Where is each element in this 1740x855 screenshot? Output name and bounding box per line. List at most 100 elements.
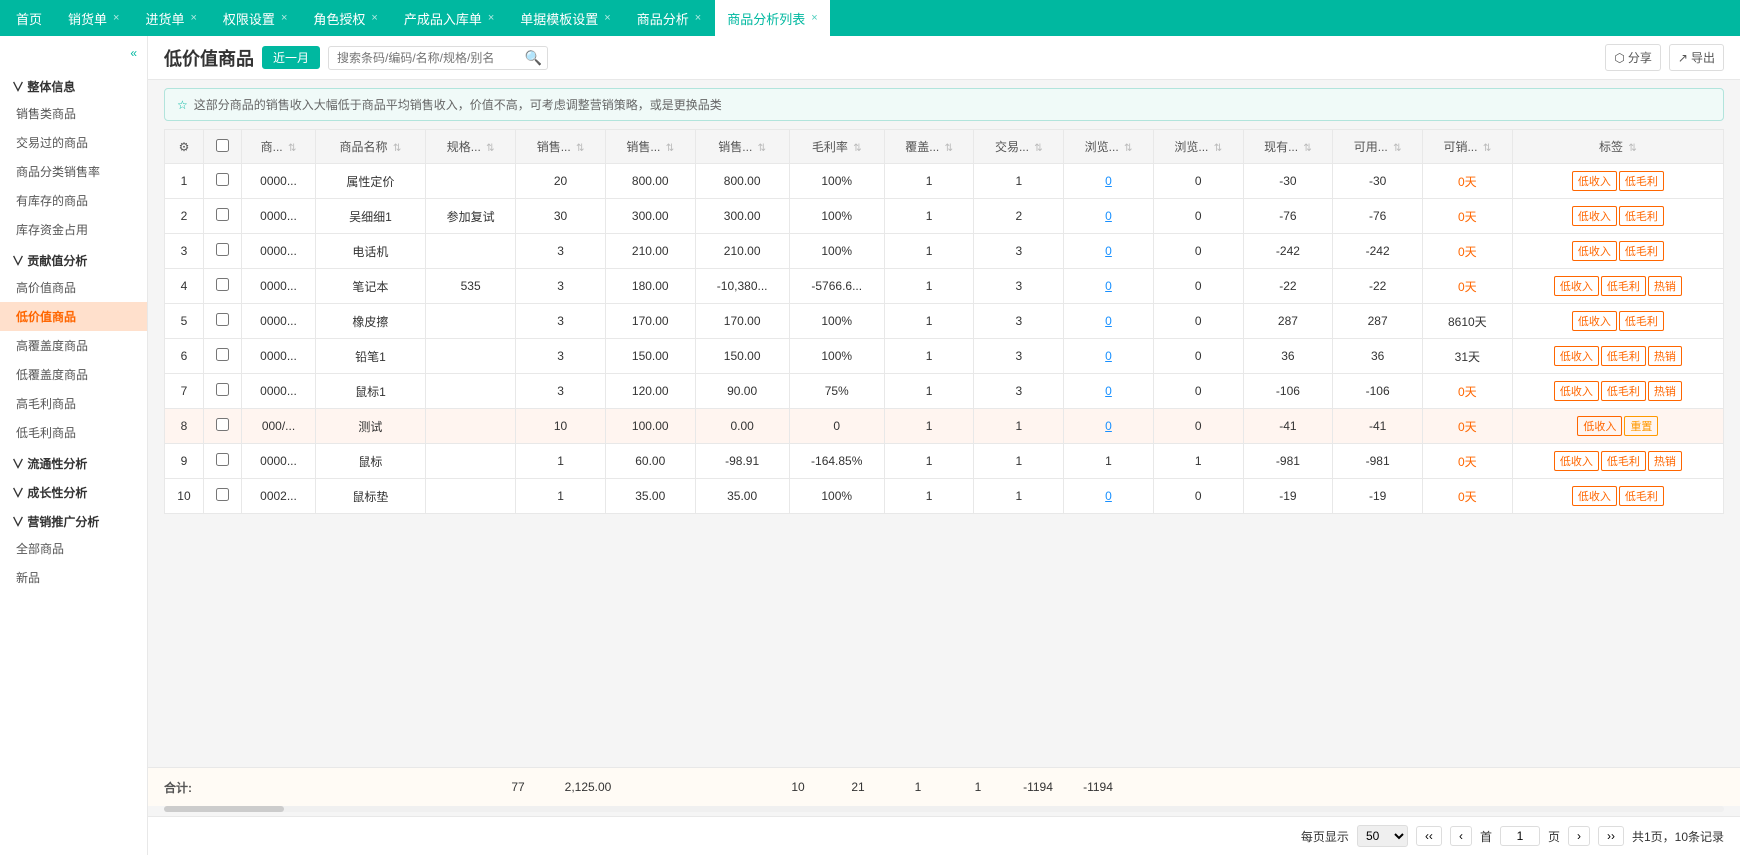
cell-checkbox[interactable] — [203, 199, 241, 234]
cell-browse1[interactable]: 0 — [1064, 374, 1154, 409]
select-all-checkbox[interactable] — [216, 139, 229, 152]
cell-checkbox[interactable] — [203, 234, 241, 269]
nav-home[interactable]: 首页 — [4, 0, 54, 36]
nav-role[interactable]: 角色授权 × — [301, 0, 389, 36]
nav-purchase[interactable]: 进货单 × — [133, 0, 208, 36]
cell-browse1[interactable]: 0 — [1064, 234, 1154, 269]
row-checkbox[interactable] — [216, 243, 229, 256]
cell-browse1[interactable]: 0 — [1064, 339, 1154, 374]
col-trade[interactable]: 交易... ⇅ — [974, 130, 1064, 164]
row-checkbox[interactable] — [216, 173, 229, 186]
nav-template-close[interactable]: × — [604, 12, 610, 24]
col-profit-rate[interactable]: 毛利率 ⇅ — [789, 130, 884, 164]
nav-purchase-close[interactable]: × — [190, 12, 196, 24]
col-qty[interactable]: 销售... ⇅ — [516, 130, 606, 164]
col-browse2[interactable]: 浏览... ⇅ — [1153, 130, 1243, 164]
sidebar-item-low-value[interactable]: 低价值商品 — [0, 302, 147, 331]
sidebar-item-high-value[interactable]: 高价值商品 — [0, 273, 147, 302]
cell-checkbox[interactable] — [203, 444, 241, 479]
nav-role-close[interactable]: × — [371, 12, 377, 24]
nav-analysis-close[interactable]: × — [695, 12, 701, 24]
page-size-select[interactable]: 50 100 200 — [1357, 825, 1408, 847]
col-browse1[interactable]: 浏览... ⇅ — [1064, 130, 1154, 164]
sidebar-item-high-coverage[interactable]: 高覆盖度商品 — [0, 331, 147, 360]
nav-analysis[interactable]: 商品分析 × — [625, 0, 713, 36]
share-button[interactable]: ⬡ 分享 — [1605, 44, 1661, 71]
cell-checkbox[interactable] — [203, 304, 241, 339]
col-sellable[interactable]: 可销... ⇅ — [1422, 130, 1512, 164]
nav-product-in-close[interactable]: × — [488, 12, 494, 24]
sidebar-item-all-goods[interactable]: 全部商品 — [0, 534, 147, 563]
sidebar-toggle[interactable]: « — [124, 40, 143, 66]
nav-product-in[interactable]: 产成品入库单 × — [392, 0, 506, 36]
nav-sales[interactable]: 销货单 × — [56, 0, 131, 36]
cell-browse1[interactable]: 1 — [1064, 444, 1154, 479]
cell-browse1[interactable]: 0 — [1064, 164, 1154, 199]
sidebar-section-growth[interactable]: ∨ 成长性分析 — [0, 476, 147, 505]
row-checkbox[interactable] — [216, 348, 229, 361]
row-checkbox[interactable] — [216, 278, 229, 291]
sidebar-item-sales-goods[interactable]: 销售类商品 — [0, 99, 147, 128]
row-checkbox[interactable] — [216, 453, 229, 466]
cell-sales1: 300.00 — [605, 199, 695, 234]
sidebar-item-category-rate[interactable]: 商品分类销售率 — [0, 157, 147, 186]
col-sales2[interactable]: 销售... ⇅ — [695, 130, 789, 164]
cell-checkbox[interactable] — [203, 269, 241, 304]
sidebar-item-stock-goods[interactable]: 有库存的商品 — [0, 186, 147, 215]
sidebar-item-low-profit[interactable]: 低毛利商品 — [0, 418, 147, 447]
cell-browse1[interactable]: 0 — [1064, 479, 1154, 514]
cell-browse1[interactable]: 0 — [1064, 269, 1154, 304]
col-name[interactable]: 商品名称 ⇅ — [315, 130, 425, 164]
row-checkbox[interactable] — [216, 488, 229, 501]
filter-recent-month[interactable]: 近一月 — [262, 46, 320, 69]
sidebar-section-flow[interactable]: ∨ 流通性分析 — [0, 447, 147, 476]
nav-template[interactable]: 单据模板设置 × — [508, 0, 622, 36]
col-checkbox[interactable] — [203, 130, 241, 164]
next-page-btn[interactable]: › — [1568, 826, 1590, 846]
cell-checkbox[interactable] — [203, 339, 241, 374]
row-checkbox[interactable] — [216, 418, 229, 431]
last-page-btn[interactable]: ›› — [1598, 826, 1624, 846]
sidebar-item-new-goods[interactable]: 新品 — [0, 563, 147, 592]
col-current[interactable]: 现有... ⇅ — [1243, 130, 1333, 164]
sidebar-item-low-coverage[interactable]: 低覆盖度商品 — [0, 360, 147, 389]
col-coverage[interactable]: 覆盖... ⇅ — [884, 130, 974, 164]
nav-sales-close[interactable]: × — [113, 12, 119, 24]
scrollbar-thumb[interactable] — [164, 806, 284, 812]
sidebar-item-traded-goods[interactable]: 交易过的商品 — [0, 128, 147, 157]
page-input[interactable] — [1500, 826, 1540, 846]
cell-browse2: 1 — [1153, 444, 1243, 479]
sidebar-item-stock-capital[interactable]: 库存资金占用 — [0, 215, 147, 244]
cell-browse1[interactable]: 0 — [1064, 199, 1154, 234]
cell-days: 31天 — [1422, 339, 1512, 374]
cell-checkbox[interactable] — [203, 164, 241, 199]
nav-analysis-list[interactable]: 商品分析列表 × — [715, 0, 829, 36]
info-text: 这部分商品的销售收入大幅低于商品平均销售收入，价值不高，可考虑调整营销策略，或是… — [194, 96, 722, 113]
export-button[interactable]: ↗ 导出 — [1669, 44, 1724, 71]
col-sales1[interactable]: 销售... ⇅ — [605, 130, 695, 164]
nav-permission-close[interactable]: × — [281, 12, 287, 24]
cell-available: -981 — [1333, 444, 1423, 479]
cell-checkbox[interactable] — [203, 409, 241, 444]
col-spec[interactable]: 规格... ⇅ — [426, 130, 516, 164]
search-icon[interactable]: 🔍 — [525, 49, 542, 66]
sidebar-item-high-profit[interactable]: 高毛利商品 — [0, 389, 147, 418]
cell-browse1[interactable]: 0 — [1064, 409, 1154, 444]
cell-browse1[interactable]: 0 — [1064, 304, 1154, 339]
col-tags[interactable]: 标签 ⇅ — [1512, 130, 1723, 164]
cell-checkbox[interactable] — [203, 479, 241, 514]
col-code[interactable]: 商... ⇅ — [242, 130, 315, 164]
col-available[interactable]: 可用... ⇅ — [1333, 130, 1423, 164]
row-checkbox[interactable] — [216, 208, 229, 221]
prev-page-btn[interactable]: ‹ — [1450, 826, 1472, 846]
first-page-btn[interactable]: ‹‹ — [1416, 826, 1442, 846]
nav-permission[interactable]: 权限设置 × — [211, 0, 299, 36]
search-input[interactable] — [328, 46, 548, 70]
row-checkbox[interactable] — [216, 383, 229, 396]
scrollbar-track[interactable] — [164, 806, 1724, 812]
nav-analysis-list-close[interactable]: × — [811, 12, 817, 24]
row-checkbox[interactable] — [216, 313, 229, 326]
col-settings[interactable]: ⚙ — [165, 130, 204, 164]
cell-checkbox[interactable] — [203, 374, 241, 409]
cell-browse2: 0 — [1153, 269, 1243, 304]
